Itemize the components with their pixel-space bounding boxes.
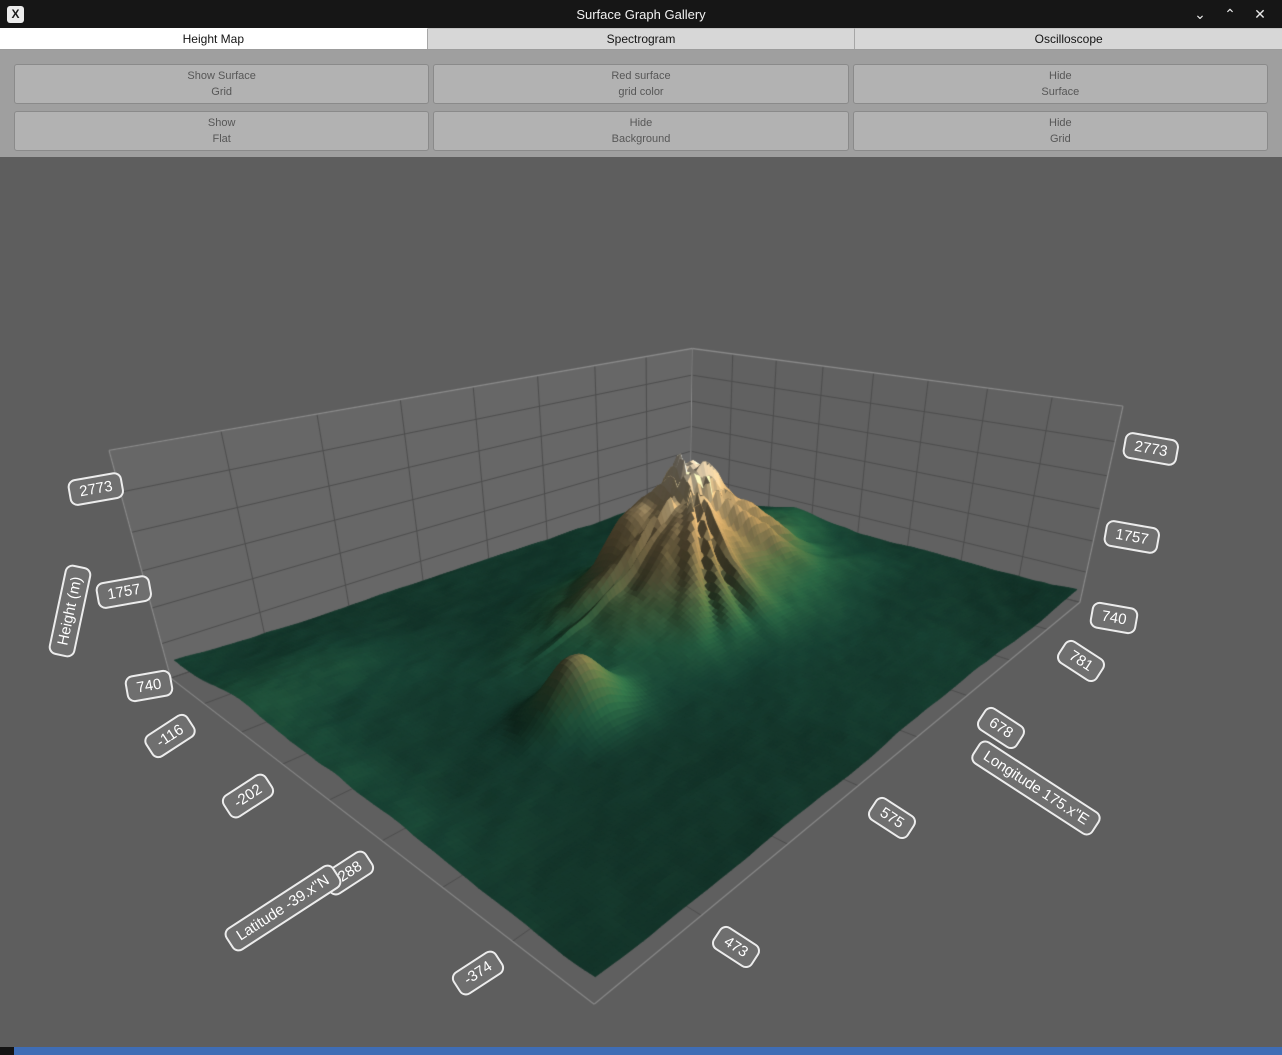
- hide-background-button[interactable]: Hide Background: [433, 111, 848, 151]
- button-label-line: Red surface: [434, 68, 847, 84]
- hide-surface-button[interactable]: Hide Surface: [853, 64, 1268, 104]
- window-title: Surface Graph Gallery: [0, 7, 1282, 22]
- button-label-line: Hide: [434, 115, 847, 131]
- title-bar: X Surface Graph Gallery ⌄ ⌃ ✕: [0, 0, 1282, 28]
- tab-height-map[interactable]: Height Map: [0, 28, 428, 49]
- minimize-button[interactable]: ⌄: [1190, 0, 1210, 28]
- window-controls: ⌄ ⌃ ✕: [1190, 0, 1282, 28]
- button-label-line: Hide: [854, 68, 1267, 84]
- button-label-line: Grid: [854, 131, 1267, 147]
- button-label-line: Surface: [854, 84, 1267, 100]
- app-window: X Surface Graph Gallery ⌄ ⌃ ✕ Height Map…: [0, 0, 1282, 1055]
- surface-canvas[interactable]: [0, 157, 1282, 1047]
- taskbar-left-cap: [0, 1047, 14, 1055]
- button-label-line: Show: [15, 115, 428, 131]
- tab-oscilloscope[interactable]: Oscilloscope: [855, 28, 1282, 49]
- button-label-line: Background: [434, 131, 847, 147]
- surface-plot[interactable]: 7401757277374017572773-116-202-288-37447…: [0, 157, 1282, 1047]
- button-label-line: grid color: [434, 84, 847, 100]
- red-surface-grid-color-button[interactable]: Red surface grid color: [433, 64, 848, 104]
- maximize-button[interactable]: ⌃: [1220, 0, 1240, 28]
- tab-bar: Height Map Spectrogram Oscilloscope: [0, 28, 1282, 50]
- app-icon-glyph: X: [11, 7, 19, 21]
- hide-grid-button[interactable]: Hide Grid: [853, 111, 1268, 151]
- button-label-line: Hide: [854, 115, 1267, 131]
- button-label-line: Show Surface: [15, 68, 428, 84]
- show-surface-grid-button[interactable]: Show Surface Grid: [14, 64, 429, 104]
- show-flat-button[interactable]: Show Flat: [14, 111, 429, 151]
- button-label-line: Flat: [15, 131, 428, 147]
- tab-spectrogram[interactable]: Spectrogram: [428, 28, 856, 49]
- taskbar-strip: [0, 1047, 1282, 1055]
- app-icon: X: [7, 6, 24, 23]
- close-button[interactable]: ✕: [1250, 0, 1270, 28]
- button-label-line: Grid: [15, 84, 428, 100]
- toolbar: Show Surface Grid Red surface grid color…: [0, 50, 1282, 157]
